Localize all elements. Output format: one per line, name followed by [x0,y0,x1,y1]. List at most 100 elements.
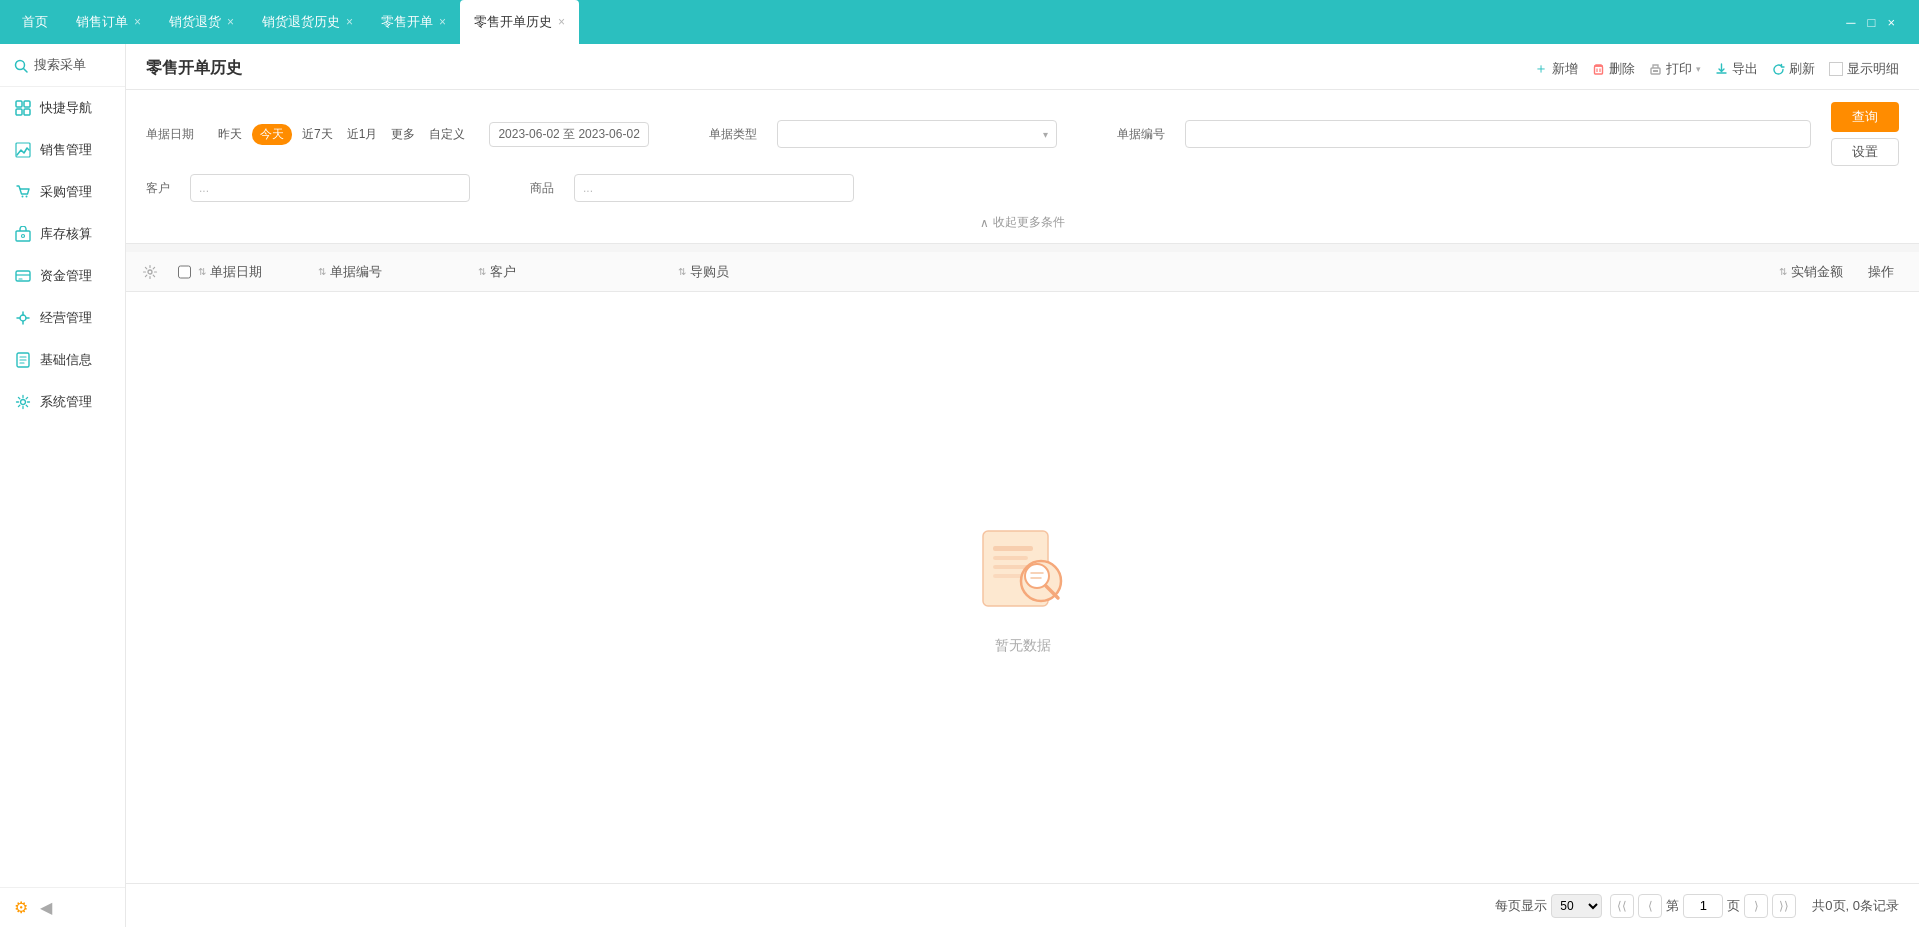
first-page-btn[interactable]: ⟨⟨ [1610,894,1634,918]
tab-close-retail-history[interactable]: × [558,15,565,29]
svg-point-12 [20,315,26,321]
tab-sales-order[interactable]: 销售订单 × [62,0,155,44]
sales-mgmt-icon [14,141,32,159]
svg-rect-25 [993,574,1023,578]
customer-input[interactable]: ... [190,174,470,202]
goods-input[interactable]: ... [574,174,854,202]
bill-num-input[interactable] [1185,120,1811,148]
sort-icon-guide[interactable]: ⇅ [678,266,686,277]
sort-icon-num[interactable]: ⇅ [318,266,326,277]
sidebar-item-quick-nav[interactable]: 快捷导航 [0,87,125,129]
per-page-dropdown[interactable]: 50 10 20 100 [1551,894,1602,918]
tab-close-retail-open[interactable]: × [439,15,446,29]
empty-illustration [963,521,1083,621]
minimize-btn[interactable]: ─ [1846,15,1855,30]
sidebar-item-finance[interactable]: 资金管理 [0,255,125,297]
query-button[interactable]: 查询 [1831,102,1899,132]
svg-line-1 [24,68,28,72]
quick-nav-icon [14,99,32,117]
sidebar-item-sales-mgmt[interactable]: 销售管理 [0,129,125,171]
print-button[interactable]: 打印 ▾ [1649,60,1701,78]
search-icon [14,57,28,73]
page-suffix: 页 [1727,897,1740,915]
query-buttons: 查询 设置 [1831,102,1899,166]
date-range-input[interactable]: 2023-06-02 至 2023-06-02 [489,122,648,147]
th-gear[interactable] [134,263,170,280]
print-icon [1649,61,1662,77]
tab-retail-open[interactable]: 零售开单 × [367,0,460,44]
maximize-btn[interactable]: □ [1868,15,1876,30]
sort-icon-customer[interactable]: ⇅ [478,266,486,277]
th-customer: ⇅ 客户 [470,263,670,281]
inventory-icon [14,225,32,243]
show-detail-checkbox[interactable] [1829,62,1843,76]
bill-type-select[interactable]: ▾ [777,120,1057,148]
date-btn-today[interactable]: 今天 [252,124,292,145]
sort-icon-amount[interactable]: ⇅ [1779,266,1787,277]
th-checkbox[interactable] [170,265,190,279]
bill-type-chevron-icon: ▾ [1043,129,1048,140]
add-button[interactable]: ＋ 新增 [1534,60,1578,78]
gear-bottom-icon[interactable]: ⚙ [14,898,28,917]
refresh-button[interactable]: 刷新 [1772,60,1815,78]
date-btn-custom[interactable]: 自定义 [425,124,469,145]
goods-label: 商品 [530,180,554,197]
sidebar-label-purchase-mgmt: 采购管理 [40,183,92,201]
date-btn-7days[interactable]: 近7天 [298,124,337,145]
export-button[interactable]: 导出 [1715,60,1758,78]
tab-sales-return[interactable]: 销货退货 × [155,0,248,44]
basic-info-icon [14,351,32,369]
print-dropdown-icon: ▾ [1696,64,1701,74]
sidebar-label-finance: 资金管理 [40,267,92,285]
collapse-sidebar-icon[interactable]: ◀ [40,898,52,917]
svg-rect-9 [16,231,30,241]
sidebar-item-inventory[interactable]: 库存核算 [0,213,125,255]
main-layout: 搜索采单 快捷导航 销售管理 [0,44,1919,927]
settings-button[interactable]: 设置 [1831,138,1899,166]
tab-sales-return-history[interactable]: 销货退货历史 × [248,0,367,44]
per-page-label: 每页显示 [1495,897,1547,915]
empty-text: 暂无数据 [995,637,1051,655]
next-page-btn[interactable]: ⟩ [1744,894,1768,918]
date-btn-1month[interactable]: 近1月 [343,124,382,145]
tab-close-sales-order[interactable]: × [134,15,141,29]
svg-rect-22 [993,546,1033,551]
sidebar-label-quick-nav: 快捷导航 [40,99,92,117]
prev-page-btn[interactable]: ⟨ [1638,894,1662,918]
last-page-btn[interactable]: ⟩⟩ [1772,894,1796,918]
toolbar: ＋ 新增 删除 [1534,60,1899,78]
collapse-button[interactable]: ∧ 收起更多条件 [980,214,1065,231]
delete-button[interactable]: 删除 [1592,60,1635,78]
sidebar-label-system: 系统管理 [40,393,92,411]
close-btn[interactable]: × [1887,15,1895,30]
svg-rect-3 [24,101,30,107]
sidebar-item-purchase-mgmt[interactable]: 采购管理 [0,171,125,213]
page-header: 零售开单历史 ＋ 新增 删 [126,44,1919,90]
sort-icon-date[interactable]: ⇅ [198,266,206,277]
content-area: 零售开单历史 ＋ 新增 删 [126,44,1919,927]
page-nav: ⟨⟨ ⟨ 第 页 ⟩ ⟩⟩ [1610,894,1796,918]
svg-point-10 [22,235,25,238]
date-btn-yesterday[interactable]: 昨天 [214,124,246,145]
tab-home[interactable]: + 新增 首页 [8,0,62,44]
page-prefix: 第 [1666,897,1679,915]
svg-rect-19 [1653,70,1658,72]
sidebar-item-basic-info[interactable]: 基础信息 [0,339,125,381]
collapse-up-icon: ∧ [980,216,989,230]
window-controls: ─ □ × [1846,15,1911,30]
tab-retail-history[interactable]: 零售开单历史 × [460,0,579,44]
tab-close-sales-return-history[interactable]: × [346,15,353,29]
sidebar-item-operations[interactable]: 经营管理 [0,297,125,339]
date-btn-more[interactable]: 更多 [387,124,419,145]
date-label: 单据日期 [146,126,194,143]
show-detail-label: 显示明细 [1847,60,1899,78]
filter-area: 单据日期 昨天 今天 近7天 近1月 更多 自定义 2023-06-02 至 2… [126,90,1919,244]
sidebar-search[interactable]: 搜索采单 [0,44,125,87]
svg-rect-15 [1595,66,1603,74]
sidebar-item-system[interactable]: 系统管理 [0,381,125,423]
gear-icon[interactable] [142,263,158,280]
svg-point-8 [26,196,28,198]
page-input[interactable] [1683,894,1723,918]
tab-close-sales-return[interactable]: × [227,15,234,29]
sidebar-bottom: ⚙ ◀ [0,887,125,927]
